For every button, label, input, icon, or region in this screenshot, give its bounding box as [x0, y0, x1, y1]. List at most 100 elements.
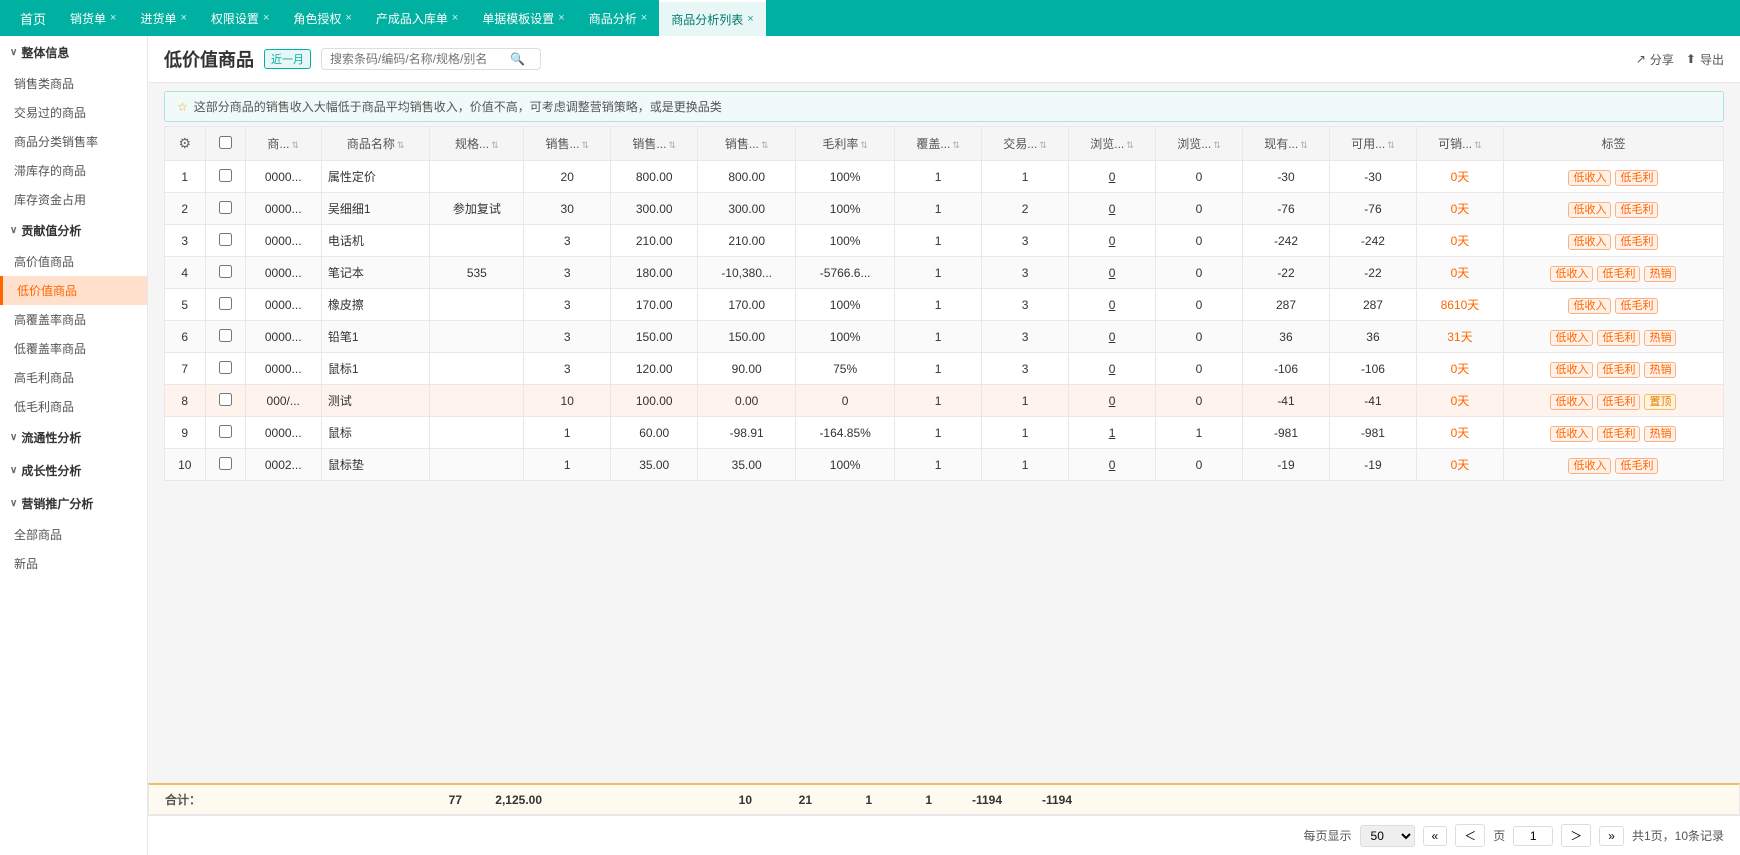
cell-browse1[interactable]: 0	[1069, 289, 1156, 321]
nav-close-role[interactable]: ×	[345, 12, 351, 24]
cell-checkbox[interactable]	[205, 385, 245, 417]
first-page-btn[interactable]: «	[1423, 826, 1448, 846]
cell-browse1[interactable]: 0	[1069, 257, 1156, 289]
select-all-checkbox[interactable]	[219, 136, 232, 149]
sidebar-section-contribution[interactable]: ∨ 贡献值分析	[0, 214, 147, 247]
nav-role-auth[interactable]: 角色授权 ×	[281, 0, 363, 36]
sidebar-item-category-sales-rate[interactable]: 商品分类销售率	[0, 127, 147, 156]
share-button[interactable]: ↗ 分享	[1636, 51, 1674, 68]
nav-close-purchase[interactable]: ×	[180, 12, 186, 24]
nav-template-settings[interactable]: 单据模板设置 ×	[470, 0, 576, 36]
cell-browse1[interactable]: 0	[1069, 385, 1156, 417]
cell-checkbox[interactable]	[205, 193, 245, 225]
col-settings[interactable]: ⚙	[165, 127, 206, 161]
sidebar-section-circulation[interactable]: ∨ 流通性分析	[0, 421, 147, 454]
sidebar-item-sales-products[interactable]: 销售类商品	[0, 69, 147, 98]
cell-browse1[interactable]: 1	[1069, 417, 1156, 449]
time-tag[interactable]: 近一月	[264, 49, 311, 69]
row-checkbox[interactable]	[219, 425, 232, 438]
search-icon[interactable]: 🔍	[510, 52, 525, 66]
cell-sales-amount: 170.00	[611, 289, 698, 321]
nav-close-permissions[interactable]: ×	[263, 12, 269, 24]
col-name[interactable]: 商品名称⇅	[321, 127, 430, 161]
nav-purchase-order[interactable]: 进货单 ×	[128, 0, 198, 36]
row-checkbox[interactable]	[219, 233, 232, 246]
per-page-select[interactable]: 50 100 200	[1360, 825, 1415, 847]
col-sellable[interactable]: 可销...⇅	[1416, 127, 1503, 161]
data-table: ⚙ 商...⇅ 商品名称⇅ 规格...⇅ 销售...⇅ 销售...⇅ 销售...…	[164, 126, 1724, 481]
nav-close-analysis[interactable]: ×	[641, 12, 647, 24]
row-checkbox[interactable]	[219, 457, 232, 470]
footer-current-stock: -1194	[938, 793, 1008, 807]
sidebar-item-low-value[interactable]: 低价值商品	[0, 276, 147, 305]
cell-browse1[interactable]: 0	[1069, 225, 1156, 257]
sidebar-item-traded-products[interactable]: 交易过的商品	[0, 98, 147, 127]
row-checkbox[interactable]	[219, 361, 232, 374]
cell-checkbox[interactable]	[205, 289, 245, 321]
nav-product-analysis-list[interactable]: 商品分析列表 ×	[659, 0, 765, 36]
table-row: 20000...吴细细1参加复试30300.00300.00100%1200-7…	[165, 193, 1724, 225]
settings-icon[interactable]: ⚙	[178, 135, 191, 151]
cell-browse1[interactable]: 0	[1069, 449, 1156, 481]
cell-browse1[interactable]: 0	[1069, 321, 1156, 353]
col-code[interactable]: 商...⇅	[245, 127, 321, 161]
row-checkbox[interactable]	[219, 297, 232, 310]
cell-checkbox[interactable]	[205, 417, 245, 449]
nav-close-product[interactable]: ×	[452, 12, 458, 24]
sidebar-item-slow-stock[interactable]: 滞库存的商品	[0, 156, 147, 185]
sidebar-item-low-coverage[interactable]: 低覆盖率商品	[0, 334, 147, 363]
sidebar-item-high-value[interactable]: 高价值商品	[0, 247, 147, 276]
sidebar-item-all-products[interactable]: 全部商品	[0, 520, 147, 549]
sidebar-section-overall[interactable]: ∨ 整体信息	[0, 36, 147, 69]
cell-checkbox[interactable]	[205, 161, 245, 193]
sidebar-section-growth[interactable]: ∨ 成长性分析	[0, 454, 147, 487]
nav-close-sales[interactable]: ×	[110, 12, 116, 24]
col-gross-margin[interactable]: 毛利率⇅	[796, 127, 895, 161]
search-input[interactable]	[330, 52, 510, 66]
col-sales-amount[interactable]: 销售...⇅	[611, 127, 698, 161]
prev-page-btn[interactable]: ＜	[1455, 824, 1485, 847]
col-trade[interactable]: 交易...⇅	[982, 127, 1069, 161]
row-checkbox[interactable]	[219, 169, 232, 182]
col-spec[interactable]: 规格...⇅	[430, 127, 524, 161]
cell-browse1[interactable]: 0	[1069, 193, 1156, 225]
last-page-btn[interactable]: »	[1599, 826, 1624, 846]
export-button[interactable]: ⬆ 导出	[1686, 51, 1724, 68]
row-checkbox[interactable]	[219, 329, 232, 342]
page-input[interactable]	[1513, 826, 1553, 846]
cell-checkbox[interactable]	[205, 257, 245, 289]
col-browse1[interactable]: 浏览...⇅	[1069, 127, 1156, 161]
nav-sales-order[interactable]: 销货单 ×	[58, 0, 128, 36]
cell-browse1[interactable]: 0	[1069, 161, 1156, 193]
nav-product-analysis[interactable]: 商品分析 ×	[577, 0, 659, 36]
cell-checkbox[interactable]	[205, 449, 245, 481]
nav-close-analysis-list[interactable]: ×	[747, 13, 753, 25]
col-sales-qty[interactable]: 销售...⇅	[524, 127, 611, 161]
sidebar-section-marketing[interactable]: ∨ 营销推广分析	[0, 487, 147, 520]
col-coverage[interactable]: 覆盖...⇅	[895, 127, 982, 161]
row-checkbox[interactable]	[219, 265, 232, 278]
nav-home[interactable]: 首页	[8, 0, 58, 36]
next-page-btn[interactable]: ＞	[1561, 824, 1591, 847]
sidebar-item-low-margin[interactable]: 低毛利商品	[0, 392, 147, 421]
cell-checkbox[interactable]	[205, 225, 245, 257]
sidebar-item-stock-capital[interactable]: 库存资金占用	[0, 185, 147, 214]
nav-close-template[interactable]: ×	[558, 12, 564, 24]
col-checkbox[interactable]	[205, 127, 245, 161]
row-checkbox[interactable]	[219, 201, 232, 214]
col-available[interactable]: 可用...⇅	[1329, 127, 1416, 161]
col-current-stock[interactable]: 现有...⇅	[1243, 127, 1330, 161]
sidebar-item-high-coverage[interactable]: 高覆盖率商品	[0, 305, 147, 334]
cell-coverage: 1	[895, 193, 982, 225]
row-checkbox[interactable]	[219, 393, 232, 406]
sidebar-item-high-margin[interactable]: 高毛利商品	[0, 363, 147, 392]
cell-checkbox[interactable]	[205, 353, 245, 385]
sidebar-item-new-products[interactable]: 新品	[0, 549, 147, 578]
cell-checkbox[interactable]	[205, 321, 245, 353]
col-sales-cost[interactable]: 销售...⇅	[698, 127, 796, 161]
nav-product-instock[interactable]: 产成品入库单 ×	[364, 0, 470, 36]
nav-permissions[interactable]: 权限设置 ×	[199, 0, 281, 36]
col-browse2[interactable]: 浏览...⇅	[1156, 127, 1243, 161]
cell-browse1[interactable]: 0	[1069, 353, 1156, 385]
cell-sales-cost: -10,380...	[698, 257, 796, 289]
